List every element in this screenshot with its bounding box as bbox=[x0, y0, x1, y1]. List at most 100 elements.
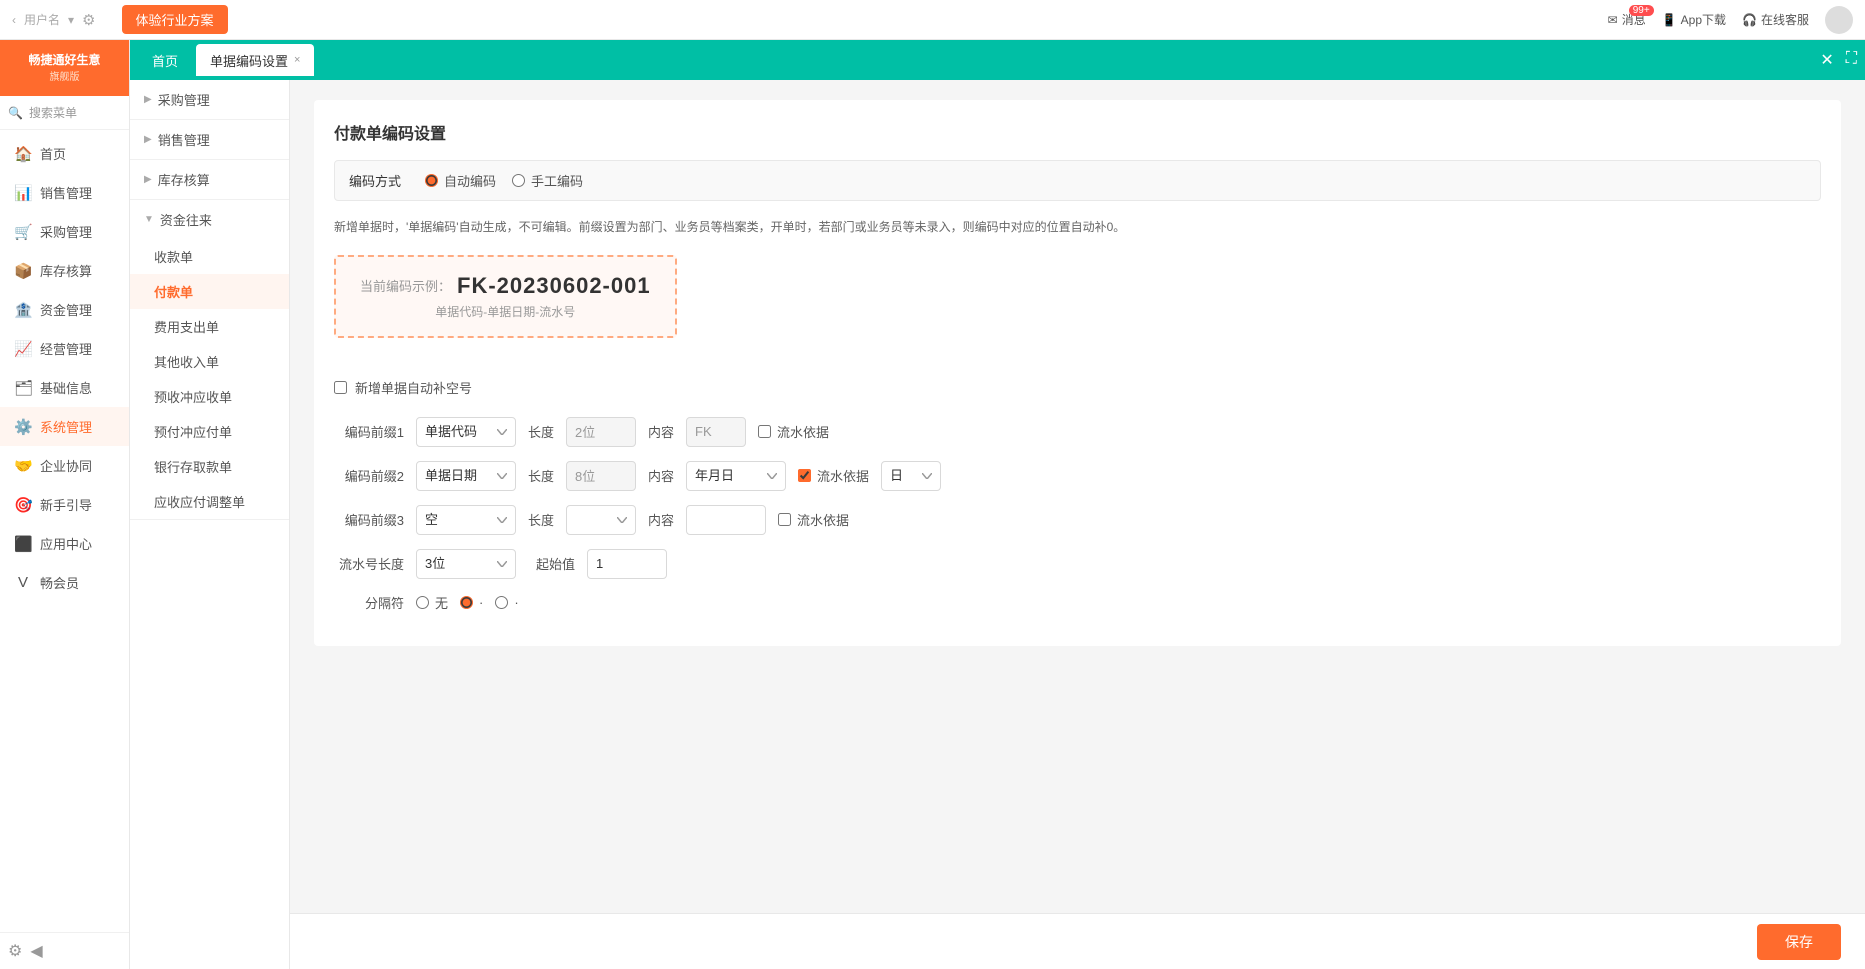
submenu-advance-payable[interactable]: 预付冲应付单 bbox=[130, 414, 289, 449]
basic-icon: 🗂 bbox=[14, 379, 32, 397]
menu-group-purchase-header[interactable]: ▶ 采购管理 bbox=[130, 80, 289, 119]
example-desc: 单据代码-单据日期-流水号 bbox=[360, 303, 651, 320]
manual-code-radio[interactable] bbox=[512, 174, 525, 187]
sep-none-radio[interactable] bbox=[416, 596, 429, 609]
manual-code-label[interactable]: 手工编码 bbox=[512, 171, 583, 190]
main-layout: 畅捷通好生意 旗舰版 🔍 搜索菜单 🏠 首页 📊 销售管理 🛒 采购管理 📦 库… bbox=[0, 40, 1865, 969]
menu-group-purchase: ▶ 采购管理 bbox=[130, 80, 289, 120]
example-area: 当前编码示例： FK-20230602-001 单据代码-单据日期-流水号 bbox=[334, 255, 1821, 358]
prefix1-select[interactable]: 单据代码 bbox=[416, 417, 516, 447]
prefix-row-1: 编码前缀1 单据代码 长度 内容 流水依据 bbox=[334, 417, 1821, 447]
app-download-icon: 📱 bbox=[1662, 13, 1677, 27]
prefix3-serial-checkbox[interactable] bbox=[778, 513, 791, 526]
tab-active[interactable]: 单据编码设置 × bbox=[196, 44, 314, 76]
prefix1-serial-label[interactable]: 流水依据 bbox=[758, 422, 829, 441]
sidebar-item-sales[interactable]: 📊 销售管理 bbox=[0, 173, 129, 212]
collapse-icon[interactable]: ◀ bbox=[30, 941, 42, 961]
sidebar-item-operation[interactable]: 📈 经营管理 bbox=[0, 329, 129, 368]
sep-dot2-label[interactable]: · bbox=[495, 595, 518, 610]
nav-back-icon[interactable]: ‹ bbox=[12, 13, 16, 27]
menu-group-inventory: ▶ 库存核算 bbox=[130, 160, 289, 200]
home-icon: 🏠 bbox=[14, 145, 32, 163]
sep-dot1-label[interactable]: · bbox=[460, 595, 483, 610]
prefix3-serial-text: 流水依据 bbox=[797, 510, 849, 529]
menu-group-sales-header[interactable]: ▶ 销售管理 bbox=[130, 120, 289, 159]
menu-group-capital-header[interactable]: ▼ 资金往来 bbox=[130, 200, 289, 239]
serial-row: 流水号长度 3位 4位 5位 起始值 bbox=[334, 549, 1821, 579]
avatar[interactable] bbox=[1825, 6, 1853, 34]
auto-code-text: 自动编码 bbox=[444, 171, 496, 190]
coding-method-row: 编码方式 自动编码 手工编码 bbox=[334, 160, 1821, 201]
auto-fill-label[interactable]: 新增单据自动补空号 bbox=[355, 378, 472, 397]
sidebar-footer: ⚙ ◀ bbox=[0, 932, 129, 969]
prefix2-serial-label[interactable]: 流水依据 bbox=[798, 466, 869, 485]
bottom-toolbar: 保存 bbox=[290, 913, 1865, 969]
auto-code-radio[interactable] bbox=[425, 174, 438, 187]
submenu-ap-adjustment[interactable]: 应收应付调整单 bbox=[130, 484, 289, 519]
sidebar-search[interactable]: 🔍 搜索菜单 bbox=[0, 96, 129, 130]
settings-footer-icon[interactable]: ⚙ bbox=[8, 941, 22, 961]
prefix1-serial-checkbox[interactable] bbox=[758, 425, 771, 438]
prefix3-serial-label[interactable]: 流水依据 bbox=[778, 510, 849, 529]
submenu-payment[interactable]: 付款单 bbox=[130, 274, 289, 309]
sep-dot1-radio[interactable] bbox=[460, 596, 473, 609]
sidebar-item-newguide[interactable]: 🎯 新手引导 bbox=[0, 485, 129, 524]
sidebar-item-vip[interactable]: V 畅会员 bbox=[0, 563, 129, 602]
sidebar-nav: 🏠 首页 📊 销售管理 🛒 采购管理 📦 库存核算 🏦 资金管理 📈 经 bbox=[0, 130, 129, 932]
sep-dot2-radio[interactable] bbox=[495, 596, 508, 609]
dropdown-arrow-icon[interactable]: ▾ bbox=[68, 13, 74, 27]
top-bar-left: ‹ 用户名 ▾ ⚙ bbox=[12, 11, 96, 29]
sep-none-label[interactable]: 无 bbox=[416, 593, 448, 612]
submenu-expense[interactable]: 费用支出单 bbox=[130, 309, 289, 344]
online-service-area[interactable]: 🎧 在线客服 bbox=[1742, 11, 1809, 28]
tab-close-icon[interactable]: × bbox=[294, 54, 300, 66]
prefix2-serial-checkbox[interactable] bbox=[798, 469, 811, 482]
prefix1-content-label: 内容 bbox=[648, 422, 674, 441]
submenu-bank-deposit[interactable]: 银行存取款单 bbox=[130, 449, 289, 484]
operation-icon: 📈 bbox=[14, 340, 32, 358]
message-area[interactable]: ✉ 消息 99+ bbox=[1608, 11, 1646, 28]
prefix2-content-select[interactable]: 年月日 bbox=[686, 461, 786, 491]
example-header: 当前编码示例： FK-20230602-001 bbox=[360, 273, 651, 299]
start-value-input[interactable] bbox=[587, 549, 667, 579]
logo-sub-text: 旗舰版 bbox=[50, 68, 80, 83]
prefix3-select[interactable]: 空 bbox=[416, 505, 516, 535]
experience-button[interactable]: 体验行业方案 bbox=[122, 5, 228, 34]
capital-group-label: 资金往来 bbox=[160, 210, 212, 229]
app-download-area[interactable]: 📱 App下载 bbox=[1662, 11, 1726, 28]
left-sidebar: 畅捷通好生意 旗舰版 🔍 搜索菜单 🏠 首页 📊 销售管理 🛒 采购管理 📦 库… bbox=[0, 40, 130, 969]
auto-code-label[interactable]: 自动编码 bbox=[425, 171, 496, 190]
prefix3-length-select[interactable] bbox=[566, 505, 636, 535]
submenu-receipt[interactable]: 收款单 bbox=[130, 239, 289, 274]
settings-icon[interactable]: ⚙ bbox=[82, 11, 95, 29]
capital-submenu: 收款单 付款单 费用支出单 其他收入单 预收冲应收单 预付冲应付单 银行存取款单… bbox=[130, 239, 289, 519]
sidebar-item-finance[interactable]: 🏦 资金管理 bbox=[0, 290, 129, 329]
sidebar-item-system[interactable]: ⚙️ 系统管理 bbox=[0, 407, 129, 446]
page-breadcrumb: 用户名 bbox=[24, 11, 60, 28]
sidebar-item-home[interactable]: 🏠 首页 bbox=[0, 134, 129, 173]
submenu-other-income[interactable]: 其他收入单 bbox=[130, 344, 289, 379]
example-label: 当前编码示例： bbox=[360, 276, 451, 295]
auto-fill-checkbox[interactable] bbox=[334, 381, 347, 394]
tab-home[interactable]: 首页 bbox=[138, 44, 192, 76]
search-label: 搜索菜单 bbox=[29, 104, 77, 121]
sidebar-item-inventory[interactable]: 📦 库存核算 bbox=[0, 251, 129, 290]
sidebar-item-label: 应用中心 bbox=[40, 534, 92, 553]
serial-length-select[interactable]: 3位 4位 5位 bbox=[416, 549, 516, 579]
sidebar-item-appcenter[interactable]: ⬛ 应用中心 bbox=[0, 524, 129, 563]
prefix2-serial-unit-select[interactable]: 日 月 年 bbox=[881, 461, 941, 491]
sidebar-item-purchase[interactable]: 🛒 采购管理 bbox=[0, 212, 129, 251]
right-panel: 付款单编码设置 编码方式 自动编码 手工编码 bbox=[290, 80, 1865, 969]
menu-group-inventory-header[interactable]: ▶ 库存核算 bbox=[130, 160, 289, 199]
prefix3-content-input[interactable] bbox=[686, 505, 766, 535]
prefix1-label: 编码前缀1 bbox=[334, 422, 404, 441]
submenu-advance-receivable[interactable]: 预收冲应收单 bbox=[130, 379, 289, 414]
save-button[interactable]: 保存 bbox=[1757, 924, 1841, 960]
maximize-icon[interactable]: ⛶ bbox=[1846, 50, 1857, 70]
prefix2-select[interactable]: 单据日期 bbox=[416, 461, 516, 491]
sidebar-item-basic[interactable]: 🗂 基础信息 bbox=[0, 368, 129, 407]
sidebar-item-enterprise[interactable]: 🤝 企业协同 bbox=[0, 446, 129, 485]
close-window-icon[interactable]: ✕ bbox=[1820, 50, 1833, 70]
tab-maximize-area: ✕ ⛶ bbox=[1820, 50, 1857, 70]
second-sidebar: ▶ 采购管理 ▶ 销售管理 ▶ 库存核算 bbox=[130, 80, 290, 969]
